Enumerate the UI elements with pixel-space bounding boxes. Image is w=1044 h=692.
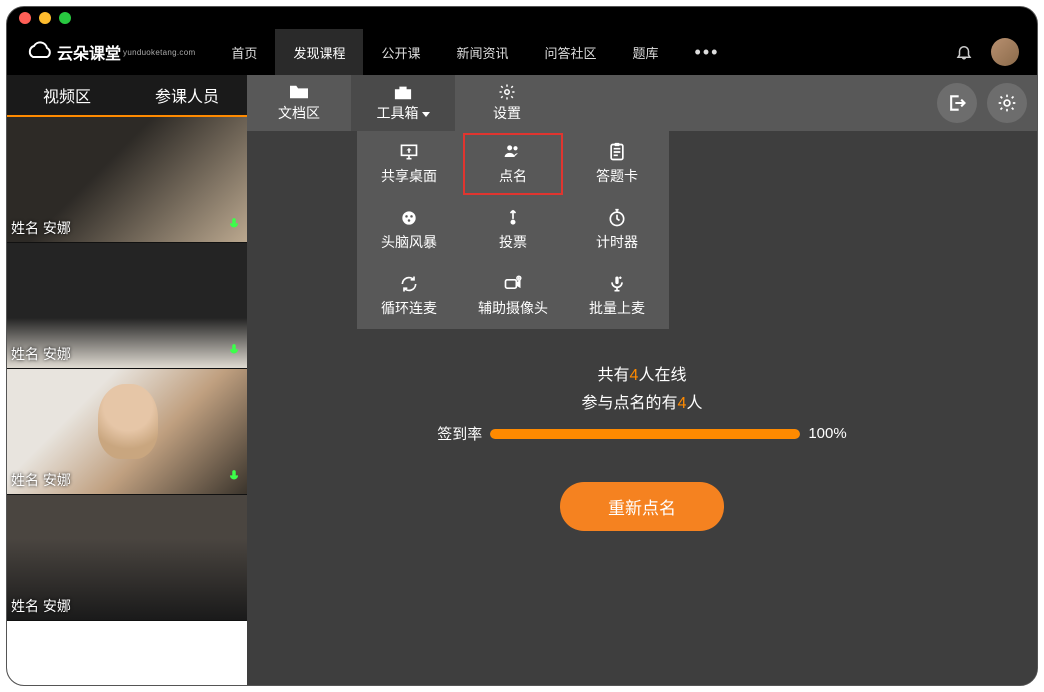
caret-down-icon: [422, 112, 430, 117]
logo-icon: [25, 41, 51, 63]
brand-name: 云朵课堂: [57, 40, 121, 64]
roll-call-icon: [502, 142, 524, 162]
participant-name: 姓名 安娜: [11, 344, 71, 364]
exit-button[interactable]: [937, 83, 977, 123]
timer-icon: [606, 208, 628, 228]
toolbox-dropdown: 共享桌面 点名 答题卡头脑风暴 投票 计时器循环连麦 辅助摄像头 批量上麦: [357, 131, 669, 329]
toolbox-icon: [392, 83, 414, 101]
brand-sub: yunduoketang.com: [123, 48, 195, 57]
dd-label: 点名: [499, 166, 527, 186]
dd-label: 循环连麦: [381, 298, 437, 318]
video-tile[interactable]: 姓名 安娜: [7, 243, 247, 369]
dd-label: 批量上麦: [589, 298, 645, 318]
dd-vote[interactable]: 投票: [461, 197, 565, 263]
dd-label: 头脑风暴: [381, 232, 437, 252]
video-tile[interactable]: 姓名 安娜: [7, 117, 247, 243]
nav-right: [955, 38, 1037, 66]
gear-icon: [496, 83, 518, 101]
app-window: 云朵课堂 yunduoketang.com 首页 发现课程 公开课 新闻资讯 问…: [6, 6, 1038, 686]
tab-video[interactable]: 视频区: [7, 75, 127, 115]
dd-label: 共享桌面: [381, 166, 437, 186]
answer-card-icon: [606, 142, 628, 162]
video-tile-empty: [7, 621, 247, 685]
dd-roll-call[interactable]: 点名: [461, 131, 565, 197]
nav-news[interactable]: 新闻资讯: [438, 29, 526, 75]
mic-icon[interactable]: [227, 343, 241, 362]
participant-name: 姓名 安娜: [11, 218, 71, 238]
dd-share-screen[interactable]: 共享桌面: [357, 131, 461, 197]
dd-label: 计时器: [596, 232, 638, 252]
dd-aux-camera[interactable]: 辅助摄像头: [461, 263, 565, 329]
participated-line: 参与点名的有4人: [582, 389, 703, 413]
dd-brainstorm[interactable]: 头脑风暴: [357, 197, 461, 263]
window-minimize[interactable]: [39, 12, 51, 24]
dd-batch-mic[interactable]: 批量上麦: [565, 263, 669, 329]
settings-round-button[interactable]: [987, 83, 1027, 123]
window-close[interactable]: [19, 12, 31, 24]
tool-docs-label: 文档区: [278, 103, 320, 123]
participant-name: 姓名 安娜: [11, 596, 71, 616]
progress-fill: [490, 429, 800, 439]
loop-mic-icon: [398, 274, 420, 294]
participant-name: 姓名 安娜: [11, 470, 71, 490]
toolbar: 文档区 工具箱 设置: [247, 75, 1037, 131]
exit-icon: [947, 93, 967, 113]
aux-camera-icon: [502, 274, 524, 294]
avatar[interactable]: [991, 38, 1019, 66]
nav-qa[interactable]: 问答社区: [526, 29, 614, 75]
tool-settings-label: 设置: [493, 103, 521, 123]
progress-row: 签到率 100%: [437, 423, 846, 444]
nav-bank[interactable]: 题库: [615, 29, 677, 75]
nav-open-class[interactable]: 公开课: [363, 29, 438, 75]
folder-icon: [288, 83, 310, 101]
nav-home[interactable]: 首页: [213, 29, 275, 75]
tool-settings[interactable]: 设置: [455, 75, 559, 131]
top-nav: 云朵课堂 yunduoketang.com 首页 发现课程 公开课 新闻资讯 问…: [7, 29, 1037, 75]
video-tile[interactable]: 姓名 安娜: [7, 369, 247, 495]
window-zoom[interactable]: [59, 12, 71, 24]
mic-icon[interactable]: [227, 469, 241, 488]
rate-label: 签到率: [437, 423, 482, 444]
restart-rollcall-button[interactable]: 重新点名: [560, 482, 724, 531]
online-count-line: 共有4人在线: [598, 361, 687, 385]
tab-participants[interactable]: 参课人员: [127, 75, 247, 115]
share-screen-icon: [398, 142, 420, 162]
tool-toolbox-label: 工具箱: [377, 103, 430, 123]
dd-label: 辅助摄像头: [478, 298, 548, 318]
rate-value: 100%: [808, 425, 846, 442]
vote-icon: [502, 208, 524, 228]
mic-icon[interactable]: [227, 217, 241, 236]
progress-bar: [490, 429, 800, 439]
dd-loop-mic[interactable]: 循环连麦: [357, 263, 461, 329]
logo[interactable]: 云朵课堂 yunduoketang.com: [7, 40, 213, 64]
gear-icon: [997, 93, 1017, 113]
bell-icon[interactable]: [955, 43, 973, 61]
dd-timer[interactable]: 计时器: [565, 197, 669, 263]
dd-answer-card[interactable]: 答题卡: [565, 131, 669, 197]
brainstorm-icon: [398, 208, 420, 228]
sidebar: 视频区 参课人员 姓名 安娜 姓名 安娜: [7, 75, 247, 685]
titlebar: [7, 7, 1037, 29]
nav-discover[interactable]: 发现课程: [275, 29, 363, 75]
sidebar-tabs: 视频区 参课人员: [7, 75, 247, 117]
dd-label: 投票: [499, 232, 527, 252]
video-tile[interactable]: 姓名 安娜: [7, 495, 247, 621]
tool-toolbox[interactable]: 工具箱: [351, 75, 455, 131]
tool-docs[interactable]: 文档区: [247, 75, 351, 131]
batch-mic-icon: [606, 274, 628, 294]
dd-label: 答题卡: [596, 166, 638, 186]
nav-more[interactable]: •••: [677, 29, 738, 75]
video-list: 姓名 安娜 姓名 安娜: [7, 117, 247, 685]
